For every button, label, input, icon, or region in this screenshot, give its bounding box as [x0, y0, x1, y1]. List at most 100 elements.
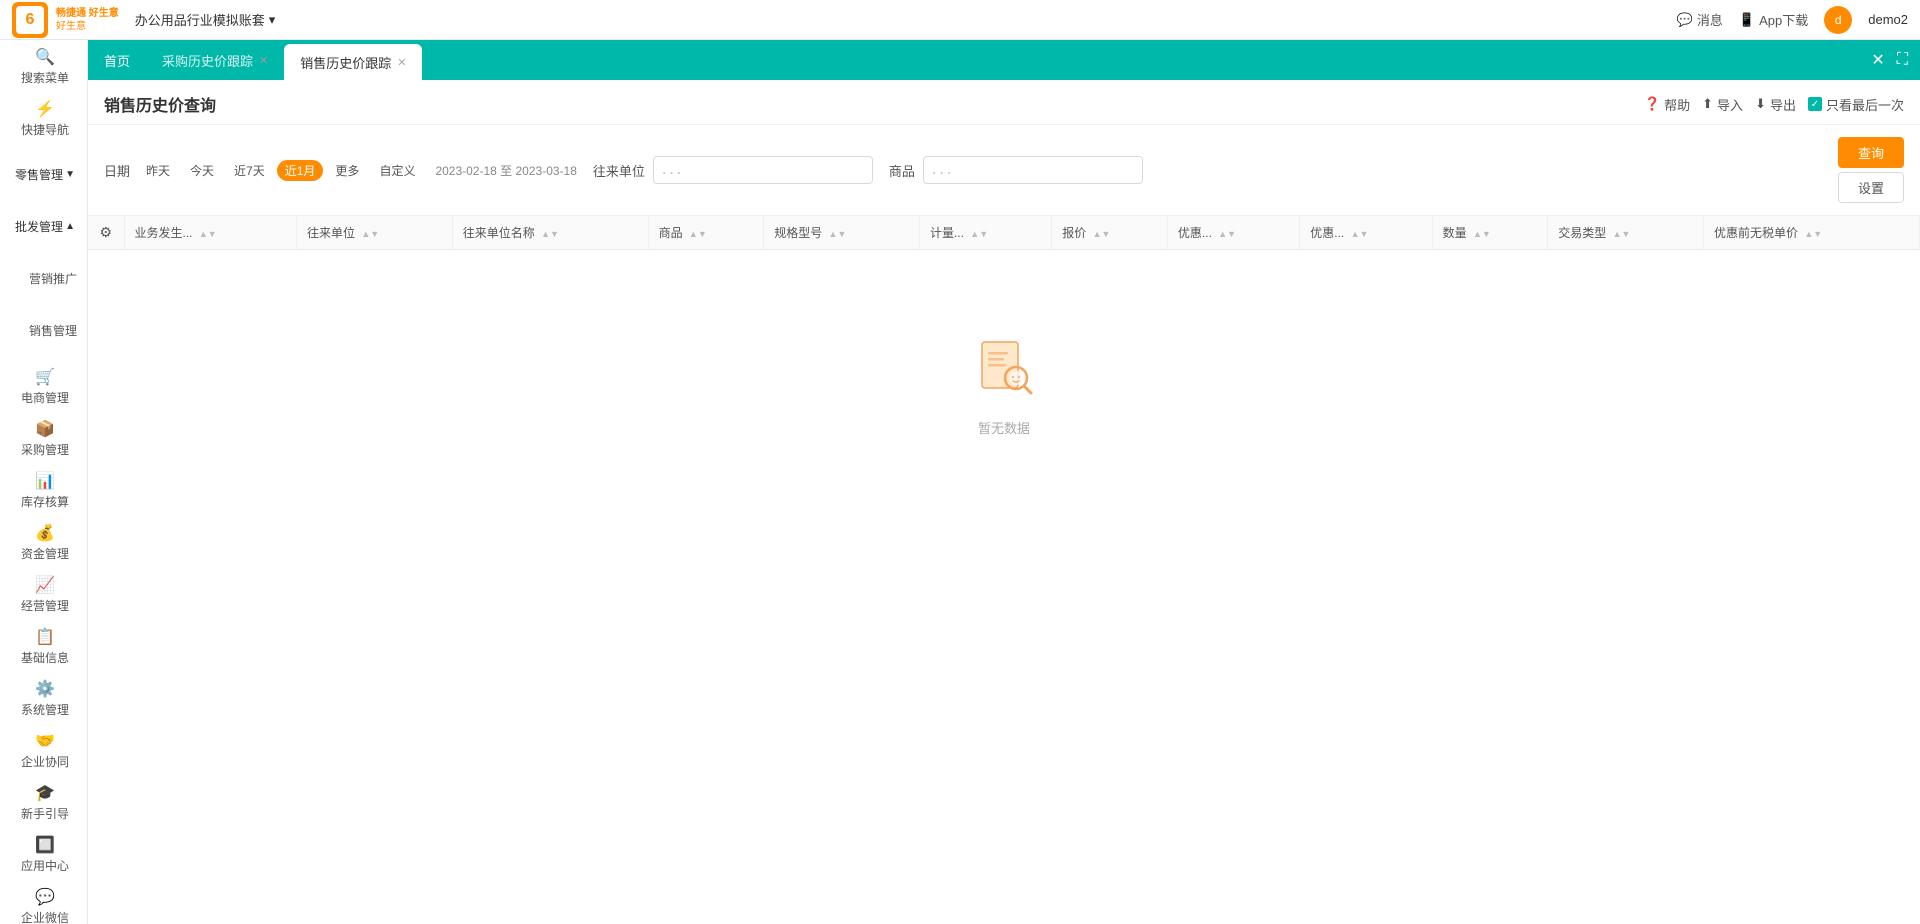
app-selector[interactable]: 办公用品行业模拟账套 ▾ [127, 6, 284, 33]
sidebar-label-retail: 零售管理 [15, 166, 63, 183]
tab-fullscreen-icon[interactable]: ⛶ [1893, 47, 1912, 73]
help-btn[interactable]: ❓ 帮助 [1644, 95, 1690, 114]
partner-label: 往来单位 [593, 161, 645, 180]
sidebar-label-system: 系统管理 [21, 701, 69, 718]
sidebar-item-operations[interactable]: 📈 经营管理 [0, 568, 87, 620]
th-discount2[interactable]: 优惠... ▲▼ [1300, 216, 1432, 250]
inventory-icon: 📊 [35, 471, 55, 491]
sidebar-item-sales[interactable]: 销售管理 [0, 304, 87, 356]
date-filter-group: 日期 昨天 今天 近7天 近1月 更多 自定义 2023-02-18 至 202… [104, 160, 577, 181]
sidebar-label-appstore: 应用中心 [21, 857, 69, 874]
th-discount1[interactable]: 优惠... ▲▼ [1167, 216, 1299, 250]
th-spec[interactable]: 规格型号 ▲▼ [764, 216, 920, 250]
th-spec-label: 规格型号 [774, 226, 822, 240]
sidebar-item-wholesale[interactable]: 批发管理 ▲ [0, 200, 87, 252]
tab-purchase-close-icon[interactable]: ✕ [259, 54, 268, 67]
sidebar-item-purchase[interactable]: 📦 采购管理 [0, 412, 87, 464]
sidebar-label-basic: 基础信息 [21, 649, 69, 666]
app-download-btn[interactable]: 📱 App下载 [1739, 10, 1808, 29]
sidebar-label-wholesale: 批发管理 [15, 218, 63, 235]
date-btn-yesterday[interactable]: 昨天 [138, 160, 178, 181]
date-range-display: 2023-02-18 至 2023-03-18 [435, 162, 576, 179]
tab-sales-label: 销售历史价跟踪 [300, 53, 391, 72]
sort-icon-qty: ▲▼ [1473, 229, 1491, 239]
date-btn-7days[interactable]: 近7天 [226, 160, 273, 181]
th-trade-type[interactable]: 交易类型 ▲▼ [1548, 216, 1704, 250]
message-icon: 💬 [1677, 12, 1693, 28]
goods-input[interactable]: ... [923, 156, 1143, 184]
export-label: 导出 [1770, 95, 1796, 114]
checkbox-checked-icon [1808, 97, 1822, 111]
sidebar-item-wechat[interactable]: 💬 企业微信 [0, 880, 87, 924]
import-btn[interactable]: ⬆ 导入 [1702, 95, 1743, 114]
download-icon: 📱 [1739, 12, 1755, 28]
partner-input[interactable]: ... [653, 156, 873, 184]
empty-text: 暂无数据 [978, 418, 1030, 437]
sidebar-item-shortcut[interactable]: ⚡ 快捷导航 [0, 92, 87, 144]
messages-btn[interactable]: 💬 消息 [1677, 10, 1723, 29]
sort-icon-goods: ▲▼ [689, 229, 707, 239]
th-price[interactable]: 报价 ▲▼ [1052, 216, 1168, 250]
date-btn-today[interactable]: 今天 [182, 160, 222, 181]
sort-icon-discount2: ▲▼ [1351, 229, 1369, 239]
sort-icon-partner-code: ▲▼ [361, 229, 379, 239]
th-unit[interactable]: 计量... ▲▼ [919, 216, 1051, 250]
page-header-actions: ❓ 帮助 ⬆ 导入 ⬇ 导出 只看最后一次 [1644, 95, 1904, 114]
sidebar-item-finance[interactable]: 💰 资金管理 [0, 516, 87, 568]
th-qty[interactable]: 数量 ▲▼ [1432, 216, 1548, 250]
settings-btn[interactable]: 设置 [1838, 172, 1904, 203]
sort-icon-date: ▲▼ [199, 229, 217, 239]
tab-purchase-history[interactable]: 采购历史价跟踪 ✕ [146, 40, 284, 80]
sort-icon-unit: ▲▼ [970, 229, 988, 239]
operations-icon: 📈 [35, 575, 55, 595]
wholesale-arrow-icon: ▲ [65, 221, 75, 232]
brand-sub: 好生意 [56, 20, 119, 33]
th-date[interactable]: 业务发生... ▲▼ [124, 216, 296, 250]
sidebar-label-operations: 经营管理 [21, 597, 69, 614]
sidebar-item-retail[interactable]: 零售管理 ▼ [0, 148, 87, 200]
app-selector-arrow: ▾ [269, 12, 276, 28]
top-bar-right: 💬 消息 📱 App下载 d demo2 [1677, 6, 1908, 34]
sidebar-item-appstore[interactable]: 🔲 应用中心 [0, 828, 87, 880]
enterprise-icon: 🤝 [35, 731, 55, 751]
th-no-tax-price[interactable]: 优惠前无税单价 ▲▼ [1703, 216, 1919, 250]
sidebar-item-basic[interactable]: 📋 基础信息 [0, 620, 87, 672]
help-label: 帮助 [1664, 95, 1690, 114]
top-bar: 6 畅捷通 好生意 好生意 办公用品行业模拟账套 ▾ 💬 消息 📱 App下载 … [0, 0, 1920, 40]
th-goods[interactable]: 商品 ▲▼ [648, 216, 764, 250]
sidebar-label-purchase: 采购管理 [21, 441, 69, 458]
tab-close-all-icon[interactable]: ✕ [1867, 46, 1888, 74]
sidebar-item-inventory[interactable]: 📊 库存核算 [0, 464, 87, 516]
export-btn[interactable]: ⬇ 导出 [1755, 95, 1796, 114]
date-btn-more[interactable]: 更多 [327, 160, 367, 181]
sidebar-item-search[interactable]: 🔍 搜索菜单 [0, 40, 87, 92]
date-btn-1month[interactable]: 近1月 [277, 160, 324, 181]
sidebar-item-system[interactable]: ⚙️ 系统管理 [0, 672, 87, 724]
tab-sales-history[interactable]: 销售历史价跟踪 ✕ [284, 44, 422, 80]
sort-icon-trade-type: ▲▼ [1613, 229, 1631, 239]
tab-home[interactable]: 首页 [88, 40, 146, 80]
sidebar-item-enterprise[interactable]: 🤝 企业协同 [0, 724, 87, 776]
th-partner-code-label: 往来单位 [307, 226, 355, 240]
retail-arrow-icon: ▼ [65, 169, 75, 180]
column-settings-icon[interactable]: ⚙ [99, 224, 112, 240]
th-partner-name[interactable]: 往来单位名称 ▲▼ [452, 216, 648, 250]
only-last-checkbox[interactable]: 只看最后一次 [1808, 95, 1904, 114]
th-goods-label: 商品 [659, 226, 683, 240]
date-label: 日期 [104, 161, 130, 180]
sidebar-item-marketing[interactable]: 营销推广 [0, 252, 87, 304]
goods-input-value: ... [932, 161, 954, 179]
user-avatar[interactable]: d [1824, 6, 1852, 34]
query-actions: 查询 设置 [1838, 137, 1904, 203]
tab-sales-close-icon[interactable]: ✕ [397, 56, 406, 69]
th-settings[interactable]: ⚙ [88, 216, 124, 250]
sidebar-item-ecommerce[interactable]: 🛒 电商管理 [0, 360, 87, 412]
purchase-icon: 📦 [35, 419, 55, 439]
date-btn-custom[interactable]: 自定义 [371, 160, 423, 181]
th-partner-code[interactable]: 往来单位 ▲▼ [296, 216, 452, 250]
empty-illustration [964, 330, 1044, 410]
query-btn[interactable]: 查询 [1838, 137, 1904, 168]
app-logo: 6 [12, 2, 48, 38]
tab-bar: 首页 采购历史价跟踪 ✕ 销售历史价跟踪 ✕ ✕ ⛶ [88, 40, 1920, 80]
sidebar-item-newbie[interactable]: 🎓 新手引导 [0, 776, 87, 828]
